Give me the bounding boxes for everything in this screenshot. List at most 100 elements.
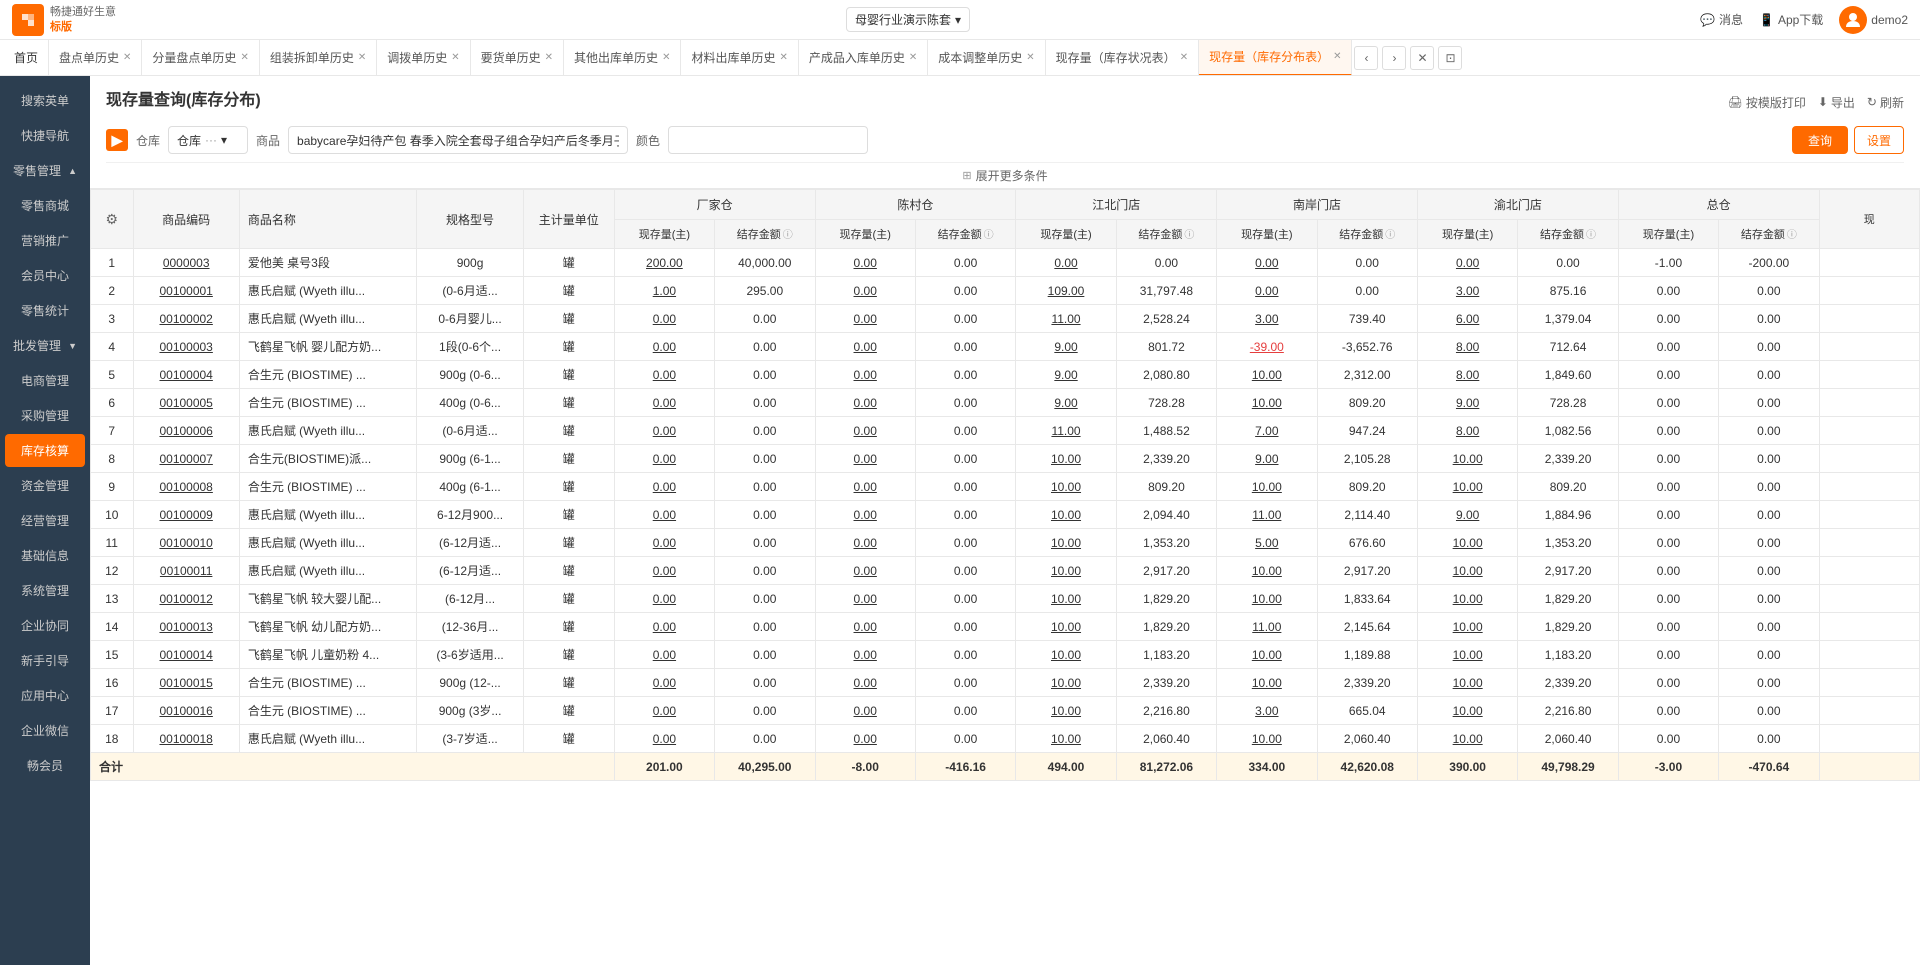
tab-inventory-check[interactable]: 盘点单历史 ✕ bbox=[49, 40, 142, 76]
qty-link[interactable]: 0.00 bbox=[854, 508, 877, 522]
sidebar-item-enterprise[interactable]: 企业协同 bbox=[5, 609, 85, 642]
code-link[interactable]: 00100007 bbox=[159, 452, 212, 466]
sidebar-item-finance[interactable]: 资金管理 bbox=[5, 469, 85, 502]
qty-link[interactable]: 10.00 bbox=[1051, 452, 1081, 466]
qty-link[interactable]: 0.00 bbox=[854, 340, 877, 354]
sidebar-item-app-center[interactable]: 应用中心 bbox=[5, 679, 85, 712]
qty-link[interactable]: 10.00 bbox=[1051, 704, 1081, 718]
close-icon[interactable]: ✕ bbox=[358, 52, 366, 63]
print-btn[interactable]: 🖨 按模版打印 bbox=[1728, 94, 1806, 111]
info-icon[interactable]: ⓘ bbox=[1385, 230, 1395, 241]
qty-link[interactable]: 0.00 bbox=[653, 620, 676, 634]
qty-link[interactable]: 0.00 bbox=[854, 732, 877, 746]
info-icon[interactable]: ⓘ bbox=[1787, 230, 1797, 241]
qty-link[interactable]: 10.00 bbox=[1051, 648, 1081, 662]
qty-link[interactable]: 0.00 bbox=[653, 508, 676, 522]
sidebar-item-search[interactable]: 搜索英单 bbox=[5, 84, 85, 117]
qty-link[interactable]: 10.00 bbox=[1453, 592, 1483, 606]
qty-link[interactable]: 0.00 bbox=[653, 536, 676, 550]
code-link[interactable]: 00100008 bbox=[159, 480, 212, 494]
sidebar-item-purchase[interactable]: 采购管理 bbox=[5, 399, 85, 432]
qty-link[interactable]: 0.00 bbox=[854, 480, 877, 494]
qty-link[interactable]: 0.00 bbox=[653, 424, 676, 438]
code-link[interactable]: 00100013 bbox=[159, 620, 212, 634]
qty-link[interactable]: 10.00 bbox=[1252, 676, 1282, 690]
sidebar-item-ecommerce[interactable]: 电商管理 bbox=[5, 364, 85, 397]
qty-link[interactable]: 7.00 bbox=[1255, 424, 1278, 438]
code-link[interactable]: 00100001 bbox=[159, 284, 212, 298]
sidebar-item-member[interactable]: 会员中心 bbox=[5, 259, 85, 292]
qty-link[interactable]: 3.00 bbox=[1255, 704, 1278, 718]
qty-link[interactable]: 10.00 bbox=[1051, 508, 1081, 522]
sidebar-item-operations[interactable]: 经营管理 bbox=[5, 504, 85, 537]
tab-other-outbound[interactable]: 其他出库单历史 ✕ bbox=[564, 40, 681, 76]
qty-link[interactable]: 0.00 bbox=[854, 424, 877, 438]
tab-partial-check[interactable]: 分量盘点单历史 ✕ bbox=[142, 40, 259, 76]
tab-nav-close[interactable]: ✕ bbox=[1410, 46, 1434, 70]
qty-link[interactable]: 10.00 bbox=[1453, 648, 1483, 662]
qty-link[interactable]: 10.00 bbox=[1453, 536, 1483, 550]
qty-link[interactable]: 1.00 bbox=[653, 284, 676, 298]
qty-link[interactable]: 9.00 bbox=[1054, 368, 1077, 382]
qty-link[interactable]: 10.00 bbox=[1453, 732, 1483, 746]
qty-link[interactable]: 10.00 bbox=[1252, 564, 1282, 578]
refresh-btn[interactable]: ↻ 刷新 bbox=[1867, 94, 1904, 111]
sidebar-item-wecom[interactable]: 企业微信 bbox=[5, 714, 85, 747]
tab-assembly[interactable]: 组装拆卸单历史 ✕ bbox=[260, 40, 377, 76]
info-icon[interactable]: ⓘ bbox=[984, 230, 994, 241]
filter-expand-btn[interactable]: ▶ bbox=[106, 129, 128, 151]
warehouse-selector[interactable]: 仓库 ··· ▾ bbox=[168, 126, 248, 154]
code-link[interactable]: 00100014 bbox=[159, 648, 212, 662]
qty-link[interactable]: 10.00 bbox=[1453, 676, 1483, 690]
tab-finished-inbound[interactable]: 产成品入库单历史 ✕ bbox=[799, 40, 928, 76]
qty-link[interactable]: 3.00 bbox=[1456, 284, 1479, 298]
qty-link[interactable]: 0.00 bbox=[854, 368, 877, 382]
sidebar-item-system[interactable]: 系统管理 bbox=[5, 574, 85, 607]
qty-link[interactable]: 0.00 bbox=[854, 452, 877, 466]
tab-cost-adjust[interactable]: 成本调整单历史 ✕ bbox=[928, 40, 1045, 76]
qty-link[interactable]: 8.00 bbox=[1456, 340, 1479, 354]
qty-link[interactable]: 11.00 bbox=[1051, 424, 1080, 438]
tab-nav-expand[interactable]: ⊡ bbox=[1438, 46, 1462, 70]
qty-link[interactable]: 10.00 bbox=[1252, 480, 1282, 494]
tab-nav-next[interactable]: › bbox=[1382, 46, 1406, 70]
qty-link[interactable]: 0.00 bbox=[653, 340, 676, 354]
sidebar-item-basic-info[interactable]: 基础信息 bbox=[5, 539, 85, 572]
app-download-btn[interactable]: 📱 App下载 bbox=[1759, 11, 1823, 28]
settings-button[interactable]: 设置 bbox=[1854, 126, 1904, 154]
gear-icon[interactable]: ⚙ bbox=[105, 211, 118, 227]
info-icon[interactable]: ⓘ bbox=[1184, 230, 1194, 241]
qty-link[interactable]: 9.00 bbox=[1456, 508, 1479, 522]
qty-link[interactable]: 0.00 bbox=[653, 676, 676, 690]
qty-link[interactable]: 10.00 bbox=[1453, 620, 1483, 634]
color-input[interactable] bbox=[668, 126, 868, 154]
qty-link[interactable]: 9.00 bbox=[1054, 396, 1077, 410]
qty-link[interactable]: 11.00 bbox=[1252, 508, 1281, 522]
qty-link[interactable]: 0.00 bbox=[653, 648, 676, 662]
tab-requisition[interactable]: 要货单历史 ✕ bbox=[471, 40, 564, 76]
user-menu[interactable]: demo2 bbox=[1839, 6, 1908, 34]
qty-link[interactable]: 10.00 bbox=[1252, 368, 1282, 382]
qty-link[interactable]: 5.00 bbox=[1255, 536, 1278, 550]
close-icon[interactable]: ✕ bbox=[1026, 52, 1034, 63]
qty-link[interactable]: 6.00 bbox=[1456, 312, 1479, 326]
qty-link[interactable]: 10.00 bbox=[1051, 732, 1081, 746]
qty-link[interactable]: 0.00 bbox=[653, 368, 676, 382]
sidebar-item-retail-manage[interactable]: 零售管理 ▲ bbox=[5, 154, 85, 187]
qty-link[interactable]: 10.00 bbox=[1252, 396, 1282, 410]
code-link[interactable]: 00100009 bbox=[159, 508, 212, 522]
qty-link[interactable]: 0.00 bbox=[854, 648, 877, 662]
qty-link[interactable]: 0.00 bbox=[854, 564, 877, 578]
code-link[interactable]: 00100016 bbox=[159, 704, 212, 718]
qty-link[interactable]: 0.00 bbox=[653, 452, 676, 466]
sidebar-item-wholesale[interactable]: 批发管理 ▼ bbox=[5, 329, 85, 362]
code-link[interactable]: 00100006 bbox=[159, 424, 212, 438]
sidebar-item-retail-stats[interactable]: 零售统计 bbox=[5, 294, 85, 327]
code-link[interactable]: 00100003 bbox=[159, 340, 212, 354]
qty-link[interactable]: 0.00 bbox=[653, 704, 676, 718]
search-button[interactable]: 查询 bbox=[1792, 126, 1848, 154]
qty-link[interactable]: 0.00 bbox=[854, 704, 877, 718]
code-link[interactable]: 0000003 bbox=[163, 256, 210, 270]
qty-link[interactable]: 11.00 bbox=[1051, 312, 1080, 326]
qty-link[interactable]: 10.00 bbox=[1453, 704, 1483, 718]
